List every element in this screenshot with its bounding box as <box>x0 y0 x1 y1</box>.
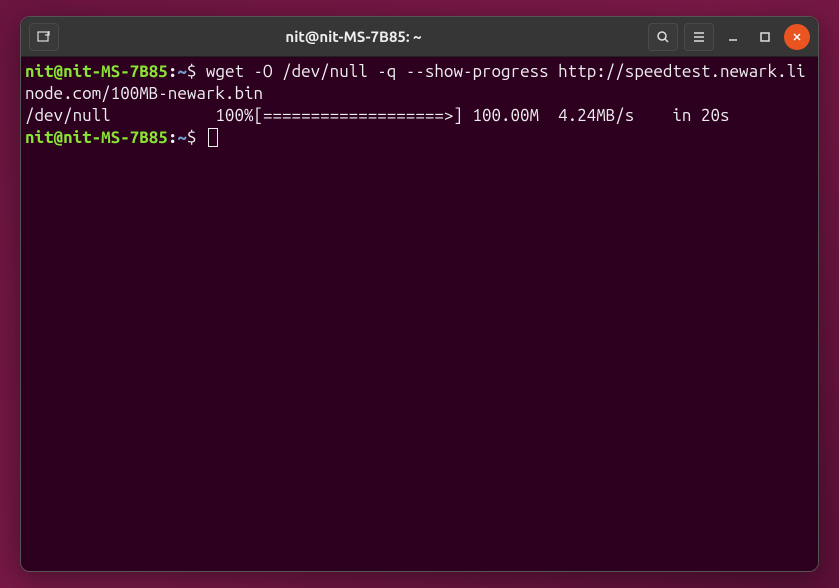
new-tab-icon <box>36 29 52 45</box>
prompt-dollar: $ <box>187 62 197 81</box>
command-line-1: nit@nit-MS-7B85:~$ wget -O /dev/null -q … <box>25 61 814 105</box>
new-tab-button[interactable] <box>29 23 59 51</box>
terminal-body[interactable]: nit@nit-MS-7B85:~$ wget -O /dev/null -q … <box>21 57 818 571</box>
empty-command <box>196 128 206 147</box>
prompt-user: nit@nit-MS-7B85 <box>25 62 168 81</box>
prompt-colon: : <box>168 62 178 81</box>
maximize-button[interactable] <box>752 24 778 50</box>
minimize-button[interactable] <box>720 24 746 50</box>
cursor <box>208 128 218 147</box>
window-title: nit@nit-MS-7B85: ~ <box>59 28 648 45</box>
titlebar: nit@nit-MS-7B85: ~ <box>21 17 818 57</box>
prompt-path-2: ~ <box>177 128 187 147</box>
minimize-icon <box>727 31 739 43</box>
search-icon <box>655 29 671 45</box>
prompt-path: ~ <box>177 62 187 81</box>
titlebar-right <box>648 23 810 51</box>
output-line-1: /dev/null 100%[===================>] 100… <box>25 105 814 127</box>
terminal-window: nit@nit-MS-7B85: ~ <box>20 16 819 572</box>
close-icon <box>791 31 803 43</box>
search-button[interactable] <box>648 23 678 51</box>
prompt-dollar-2: $ <box>187 128 197 147</box>
command-line-2: nit@nit-MS-7B85:~$ <box>25 127 814 149</box>
maximize-icon <box>759 31 771 43</box>
prompt-user-2: nit@nit-MS-7B85 <box>25 128 168 147</box>
titlebar-left <box>29 23 59 51</box>
hamburger-icon <box>691 29 707 45</box>
close-button[interactable] <box>784 24 810 50</box>
menu-button[interactable] <box>684 23 714 51</box>
prompt-colon-2: : <box>168 128 178 147</box>
